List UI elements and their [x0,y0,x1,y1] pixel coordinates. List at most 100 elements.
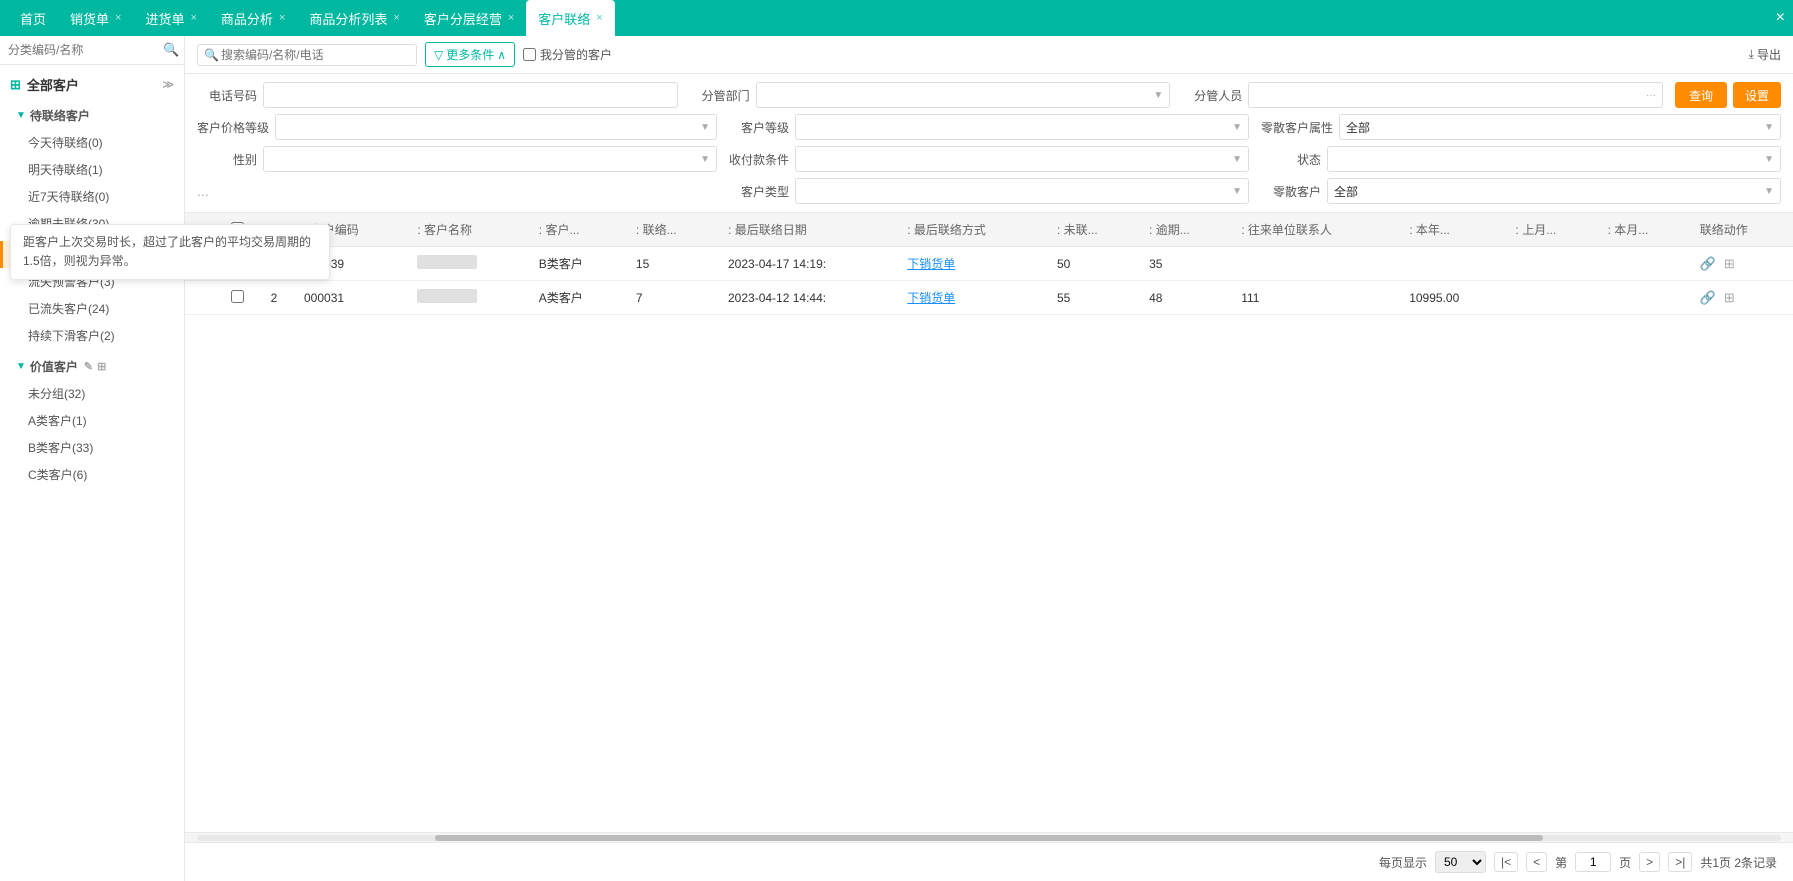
sidebar-item-ungrouped[interactable]: 未分组(32) [0,380,184,407]
price-level-select[interactable]: ▼ [275,114,717,140]
retail-customer-select[interactable]: 全部 ▼ [1327,178,1781,204]
nav-home[interactable]: 首页 [8,0,58,36]
row2-link-icon[interactable]: 🔗 [1700,290,1716,306]
filter-more-dots[interactable]: ... [197,183,209,199]
nav-sales-order[interactable]: 销货单 × [58,0,133,36]
sidebar-item-declining[interactable]: 持续下滑客户(2) [0,322,184,349]
close-sales-order-icon[interactable]: × [115,12,121,24]
close-customer-contact-icon[interactable]: × [596,12,602,24]
close-product-analysis-list-icon[interactable]: × [393,12,399,24]
status-dropdown-icon: ▼ [1764,154,1774,165]
close-customer-segmentation-icon[interactable]: × [508,12,514,24]
customer-type-dropdown-icon: ▼ [1232,186,1242,197]
sidebar-item-7days[interactable]: 近7天待联络(0) [0,183,184,210]
col-partner-header[interactable]: : 往来单位联系人 [1231,213,1399,247]
col-this-year-header[interactable]: : 本年... [1399,213,1505,247]
last-page-button[interactable]: >| [1668,852,1692,872]
page-number-input[interactable] [1575,852,1611,872]
my-customers-checkbox-wrap[interactable]: 我分管的客户 [523,46,612,63]
scroll-thumb[interactable] [435,835,1544,841]
sidebar-search-wrap: 🔍 [0,36,184,65]
sidebar-collapse-icon[interactable]: ≫ [162,78,174,91]
sidebar-item-churned[interactable]: 已流失客户(24) [0,295,184,322]
close-product-analysis-icon[interactable]: × [279,12,285,24]
export-button[interactable]: ⤓ 导出 [1749,46,1781,63]
col-uncontacted-header[interactable]: : 未联... [1047,213,1139,247]
page-suffix: 页 [1619,854,1631,871]
per-page-select[interactable]: 50 100 200 [1435,851,1486,873]
nav-product-analysis-list[interactable]: 商品分析列表 × [297,0,411,36]
search-input-wrap: 🔍 [197,44,417,66]
row1-link-icon[interactable]: 🔗 [1700,256,1716,272]
status-select[interactable]: ▼ [1327,146,1781,172]
more-filter-button[interactable]: ▽ 更多条件 ∧ [425,42,515,67]
col-overdue-header[interactable]: : 逾期... [1139,213,1231,247]
nav-customer-segmentation[interactable]: 客户分层经营 × [412,0,526,36]
prev-page-button[interactable]: < [1526,852,1547,872]
table-area: 距客户上次交易时长，超过了此客户的平均交易周期的1.5倍，则视为异常。 ⚙ : … [185,213,1793,832]
customer-type-label: 客户类型 [729,183,789,200]
row1-last-date: 2023-04-17 14:19: [718,247,897,281]
sidebar-search-icon: 🔍 [163,42,179,58]
top-navigation: 首页 销货单 × 进货单 × 商品分析 × 商品分析列表 × 客户分层经营 × … [0,0,1793,36]
payment-dropdown-icon: ▼ [1232,154,1242,165]
row2-grid-icon[interactable]: ⊞ [1724,290,1735,306]
payment-select[interactable]: ▼ [795,146,1249,172]
row1-last-month [1506,247,1598,281]
retail-attr-select[interactable]: 全部 ▼ [1339,114,1781,140]
sidebar-item-b-class[interactable]: B类客户(33) [0,434,184,461]
row2-last-method[interactable]: 下销货单 [897,281,1047,315]
dept-label: 分管部门 [690,87,750,104]
customer-type-select[interactable]: ▼ [795,178,1249,204]
sidebar-item-tomorrow[interactable]: 明天待联络(1) [0,156,184,183]
settings-button[interactable]: 设置 [1733,82,1781,108]
gender-select[interactable]: ▼ [263,146,717,172]
sidebar-item-today[interactable]: 今天待联络(0) [0,129,184,156]
col-name-header[interactable]: : 客户名称 [407,213,528,247]
row2-checkbox[interactable] [221,281,254,315]
my-customers-checkbox[interactable] [523,48,536,61]
nav-product-analysis[interactable]: 商品分析 × [209,0,297,36]
phone-input[interactable] [263,82,678,108]
col-last-method-header[interactable]: : 最后联络方式 [897,213,1047,247]
sidebar-search-input[interactable] [8,43,163,57]
sidebar-tree: ⊞ 全部客户 ≫ ▼ 待联络客户 今天待联络(0) 明天待联络(1) 近7天待联… [0,65,184,881]
row2-select-checkbox[interactable] [231,290,244,303]
advanced-filters: 电话号码 分管部门 ▼ 分管人员 ··· 查询 设置 [185,74,1793,213]
col-contact-header[interactable]: : 联络... [626,213,718,247]
next-page-button[interactable]: > [1639,852,1660,872]
customer-level-select[interactable]: ▼ [795,114,1249,140]
sidebar-value-title[interactable]: ▼ 价值客户 ✎ ⊞ [0,353,184,380]
nav-customer-contact[interactable]: 客户联络 × [526,0,614,36]
filter-icon: ▽ [434,48,443,62]
col-last-date-header[interactable]: : 最后联络日期 [718,213,897,247]
first-page-button[interactable]: |< [1494,852,1518,872]
customer-level-dropdown-icon: ▼ [1232,122,1242,133]
row1-grid-icon[interactable]: ⊞ [1724,256,1735,272]
row1-last-method[interactable]: 下销货单 [897,247,1047,281]
row2-last-date: 2023-04-12 14:44: [718,281,897,315]
row2-contact: 7 [626,281,718,315]
sidebar-pending-title[interactable]: ▼ 待联络客户 [0,102,184,129]
payment-field: 收付款条件 ▼ [729,146,1249,172]
edit-icon[interactable]: ✎ [84,360,93,373]
filter-action-buttons: 查询 设置 [1675,82,1781,108]
sidebar-item-c-class[interactable]: C类客户(6) [0,461,184,488]
manager-select[interactable]: ··· [1248,82,1663,108]
close-all-tabs-button[interactable]: × [1776,9,1785,27]
col-type-header[interactable]: : 客户... [529,213,626,247]
nav-purchase-order[interactable]: 进货单 × [133,0,208,36]
group-icon[interactable]: ⊞ [97,360,106,373]
col-this-month-header[interactable]: : 本月... [1598,213,1690,247]
search-input[interactable] [221,48,410,62]
close-purchase-order-icon[interactable]: × [190,12,196,24]
dept-select[interactable]: ▼ [756,82,1171,108]
chevron-up-icon: ∧ [497,48,506,62]
horizontal-scroll[interactable] [185,832,1793,842]
main-layout: 🔍 ⊞ 全部客户 ≫ ▼ 待联络客户 今天待联络(0) 明天待联络(1) 近7天… [0,36,1793,881]
query-button[interactable]: 查询 [1675,82,1727,108]
sidebar-item-a-class[interactable]: A类客户(1) [0,407,184,434]
col-last-month-header[interactable]: : 上月... [1506,213,1598,247]
arrow-down-icon: ▼ [16,110,26,121]
sidebar-all-customers[interactable]: ⊞ 全部客户 ≫ [0,69,184,100]
